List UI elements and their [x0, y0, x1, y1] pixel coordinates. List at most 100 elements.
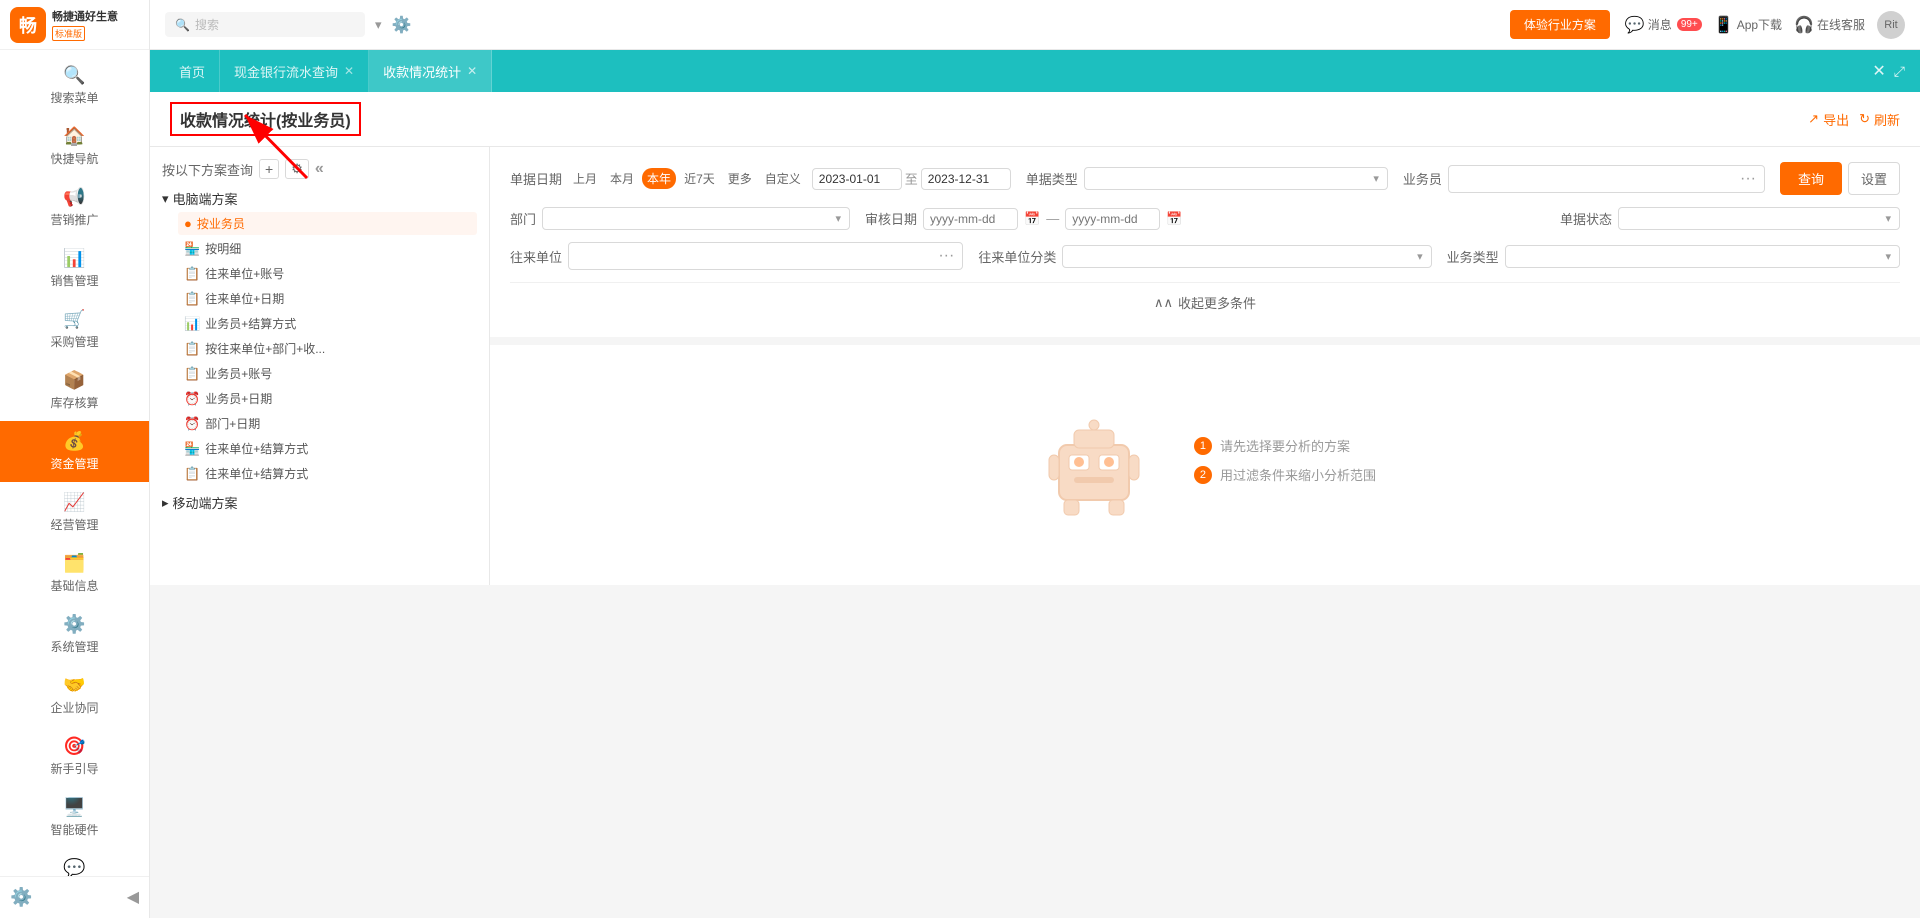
scheme-item-icon-sp-settle: 📊: [184, 316, 200, 332]
query-button[interactable]: 查询: [1780, 162, 1842, 195]
sidebar-label-hardware: 智能硬件: [50, 821, 98, 838]
window-close-icon[interactable]: ✕: [1872, 61, 1885, 81]
doc-status-dropdown-icon: ▾: [1885, 212, 1891, 225]
collapse-bar[interactable]: ∧∧ 收起更多条件: [510, 282, 1900, 322]
scheme-item-sp-settle[interactable]: 📊 业务员+结算方式: [178, 312, 477, 335]
tab-receipt-close[interactable]: ✕: [467, 64, 477, 78]
trial-button[interactable]: 体验行业方案: [1510, 10, 1610, 39]
window-expand-icon[interactable]: ⤢: [1894, 63, 1905, 80]
date-from-input[interactable]: [812, 168, 902, 190]
empty-content: 1 请先选择要分析的方案 2 用过滤条件来缩小分析范围: [1034, 405, 1376, 525]
topbar-search-box[interactable]: 🔍 搜索: [165, 12, 365, 37]
settings-filter-button[interactable]: 设置: [1848, 162, 1900, 195]
counterpart-cat-select[interactable]: ▾: [1062, 245, 1431, 268]
sidebar-item-hardware[interactable]: 🖥️ 智能硬件: [0, 787, 149, 848]
sidebar-item-corp[interactable]: 🤝 企业协同: [0, 665, 149, 726]
date-tab-7days[interactable]: 近7天: [679, 168, 720, 189]
sidebar-item-search[interactable]: 🔍 搜索菜单: [0, 55, 149, 116]
scheme-add-button[interactable]: +: [259, 159, 279, 179]
counterpart-select[interactable]: ···: [568, 242, 963, 270]
scheme-item-detail[interactable]: 🏪 按明细: [178, 237, 477, 260]
scheme-item-unit-account[interactable]: 📋 往来单位+账号: [178, 262, 477, 285]
sidebar-label-sales: 销售管理: [50, 272, 98, 289]
filter-section: 单据日期 上月 本月 本年 近7天 更多 自定义 至: [490, 147, 1920, 337]
message-icon[interactable]: 💬 消息 99+: [1625, 15, 1702, 35]
sidebar-item-purchase[interactable]: 🛒 采购管理: [0, 299, 149, 360]
online-service-link[interactable]: 🎧 在线客服: [1794, 15, 1865, 35]
doc-type-select[interactable]: ▾: [1084, 167, 1388, 190]
scheme-collapse-button[interactable]: «: [315, 160, 324, 178]
scheme-item-label-unit-date: 往来单位+日期: [205, 290, 284, 307]
scheme-item-icon-dept-date: ⏰: [184, 416, 200, 432]
app-download-link[interactable]: 📱 App下载: [1714, 15, 1782, 35]
counterpart-more-icon[interactable]: ···: [938, 247, 954, 265]
scheme-item-unit-dept[interactable]: 📋 按往来单位+部门+收...: [178, 337, 477, 360]
salesperson-select[interactable]: ···: [1448, 165, 1765, 193]
scheme-item-dept-date[interactable]: ⏰ 部门+日期: [178, 412, 477, 435]
sidebar-item-operation[interactable]: 📈 经营管理: [0, 482, 149, 543]
user-avatar[interactable]: Rit: [1877, 11, 1905, 39]
date-tab-custom[interactable]: 自定义: [760, 168, 806, 189]
review-date-to-input[interactable]: [1065, 208, 1160, 230]
sidebar-item-shortcut[interactable]: 🏠 快捷导航: [0, 116, 149, 177]
scheme-item-unit-date[interactable]: 📋 往来单位+日期: [178, 287, 477, 310]
doc-status-select[interactable]: ▾: [1618, 207, 1900, 230]
sidebar-item-sales[interactable]: 📊 销售管理: [0, 238, 149, 299]
purchase-icon: 🛒: [63, 309, 85, 330]
dept-select[interactable]: ▾: [542, 207, 850, 230]
review-date-calendar-icon2[interactable]: 📅: [1166, 211, 1182, 227]
message-label: 消息: [1648, 16, 1672, 33]
export-button[interactable]: ↗ 导出: [1808, 110, 1849, 129]
scheme-item-unit-settle1[interactable]: 🏪 往来单位+结算方式: [178, 437, 477, 460]
date-tab-last-month[interactable]: 上月: [568, 168, 602, 189]
tab-bank-close[interactable]: ✕: [344, 64, 354, 78]
sidebar-item-finance[interactable]: 💰 资金管理: [0, 421, 149, 482]
home-icon: 🏠: [63, 126, 85, 147]
sidebar-item-wechat[interactable]: 💬 企业微信: [0, 848, 149, 876]
scheme-item-icon-unit-settle2: 📋: [184, 466, 200, 482]
sidebar-item-marketing[interactable]: 📢 营销推广: [0, 177, 149, 238]
refresh-button[interactable]: ↻ 刷新: [1859, 110, 1900, 129]
topbar-gear-icon[interactable]: ⚙️: [392, 15, 412, 35]
sidebar-item-basic[interactable]: 🗂️ 基础信息: [0, 543, 149, 604]
topbar-chevron-icon[interactable]: ▾: [375, 17, 382, 33]
footer-settings-icon[interactable]: ⚙️: [10, 887, 32, 908]
sidebar-label-finance: 资金管理: [50, 455, 98, 472]
sidebar-item-guide[interactable]: 🎯 新手引导: [0, 726, 149, 787]
review-date-from-input[interactable]: [923, 208, 1018, 230]
sidebar-item-inventory[interactable]: 📦 库存核算: [0, 360, 149, 421]
scheme-label: 按以下方案查询: [162, 160, 253, 179]
tab-home[interactable]: 首页: [165, 50, 220, 92]
date-tab-this-month[interactable]: 本月: [605, 168, 639, 189]
date-tab-this-year[interactable]: 本年: [642, 168, 676, 189]
scheme-item-icon-unit-account: 📋: [184, 266, 200, 282]
sidebar-item-system[interactable]: ⚙️ 系统管理: [0, 604, 149, 665]
salesperson-more-icon[interactable]: ···: [1740, 170, 1756, 188]
footer-collapse-icon[interactable]: ◀‌‌: [127, 887, 139, 908]
logo-badge: 标准版: [52, 26, 85, 41]
scheme-settings-button[interactable]: ⚙: [285, 159, 309, 179]
date-to-input[interactable]: [921, 168, 1011, 190]
operation-icon: 📈: [63, 492, 85, 513]
user-name: Rit: [1884, 19, 1897, 31]
review-date-calendar-icon1[interactable]: 📅: [1024, 211, 1040, 227]
mobile-group-label[interactable]: ▸ 移动端方案: [162, 493, 477, 512]
filter-review-date: 审核日期 📅 — 📅: [865, 208, 1545, 230]
scheme-item-sp-date[interactable]: ⏰ 业务员+日期: [178, 387, 477, 410]
scheme-item-salesperson[interactable]: ● 按业务员: [178, 212, 477, 235]
date-range-inputs: 至: [812, 168, 1011, 190]
tab-receipt[interactable]: 收款情况统计 ✕: [369, 50, 492, 92]
sidebar-label-purchase: 采购管理: [50, 333, 98, 350]
scheme-item-unit-settle2[interactable]: 📋 往来单位+结算方式: [178, 462, 477, 485]
pc-group-label[interactable]: ▾ 电脑端方案: [162, 189, 477, 208]
filter-review-date-label: 审核日期: [865, 209, 917, 228]
biz-type-select[interactable]: ▾: [1505, 245, 1900, 268]
mobile-group-text: 移动端方案: [173, 493, 238, 512]
main-area: 🔍 搜索 ▾ ⚙️ 体验行业方案 💬 消息 99+ 📱 App下载 🎧: [150, 0, 1920, 918]
tab-bank[interactable]: 现金银行流水查询 ✕: [220, 50, 369, 92]
marketing-icon: 📢: [63, 187, 85, 208]
pc-scheme-items: ● 按业务员 🏪 按明细 📋 往来单位+账号 📋: [162, 212, 477, 485]
date-tab-more[interactable]: 更多: [723, 168, 757, 189]
scheme-item-sp-account[interactable]: 📋 业务员+账号: [178, 362, 477, 385]
scheme-item-label-unit-account: 往来单位+账号: [205, 265, 284, 282]
